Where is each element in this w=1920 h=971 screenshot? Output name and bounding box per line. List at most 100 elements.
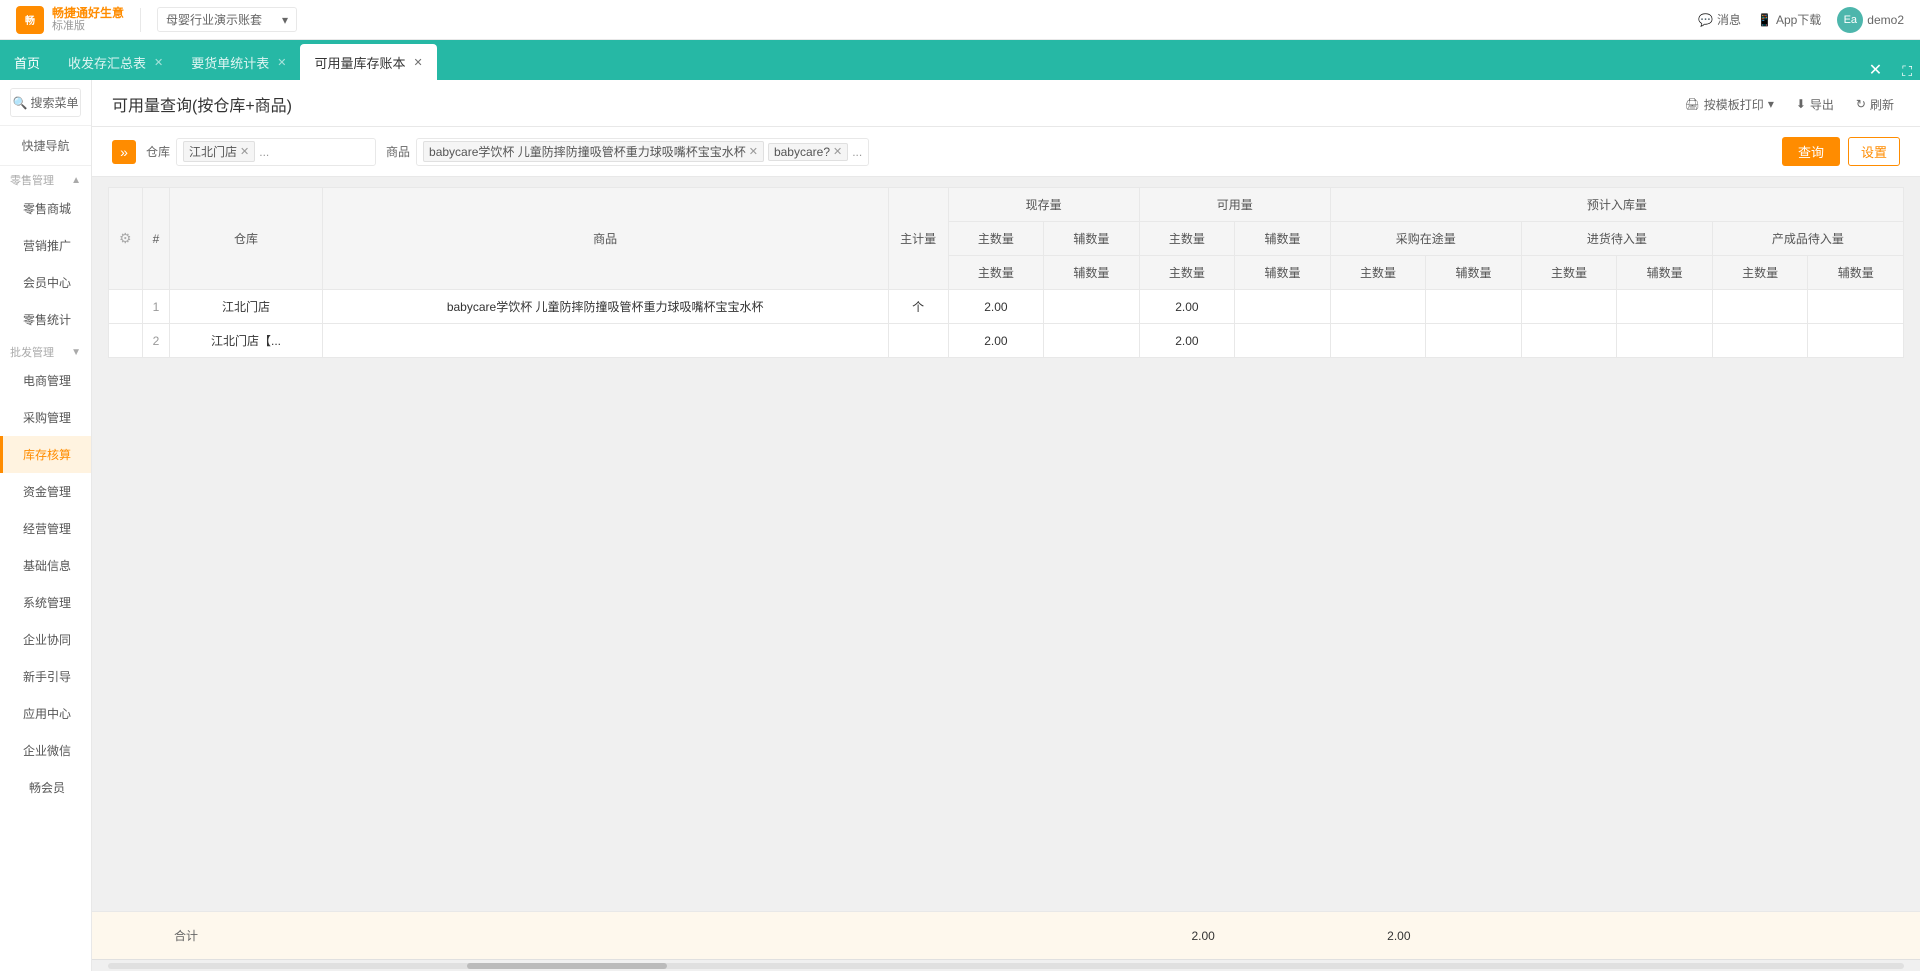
- column-settings-icon[interactable]: ⚙: [119, 230, 132, 246]
- product-tag-container[interactable]: babycare学饮杯 儿童防摔防撞吸管杯重力球吸嘴杯宝宝水杯 ✕ babyca…: [416, 138, 869, 166]
- top-bar-left: 畅 畅捷通好生意 标准版 母婴行业演示账套 ▾: [16, 6, 297, 34]
- search-menu-button[interactable]: 🔍 搜索菜单: [10, 88, 81, 117]
- th-avail-main: 主数量: [1139, 222, 1235, 256]
- data-table: ⚙ # 仓库 商品 主计量 现存量 可用量 预计入库量 主数量 辅: [108, 187, 1904, 358]
- sidebar-item-member-center[interactable]: 会员中心: [0, 264, 91, 301]
- tab-available-stock[interactable]: 可用量库存账本 ✕: [300, 44, 436, 80]
- th-settings[interactable]: ⚙: [109, 188, 143, 290]
- table-row: 2 江北门店【... 2.00 2.00: [109, 324, 1904, 358]
- maximize-button[interactable]: ⛶: [1894, 63, 1920, 80]
- sidebar-item-ecommerce-mgmt[interactable]: 电商管理: [0, 362, 91, 399]
- th-avail-aux: 辅数量: [1235, 222, 1331, 256]
- nav-tabs: 首页 收发存汇总表 ✕ 要货单统计表 ✕ 可用量库存账本 ✕ ✕ ⛶: [0, 40, 1920, 80]
- sidebar-item-basic-info[interactable]: 基础信息: [0, 547, 91, 584]
- th-pt-main: 主数量: [1330, 256, 1426, 290]
- message-button[interactable]: 💬 消息: [1698, 11, 1741, 28]
- sidebar-item-enterprise-wechat[interactable]: 企业微信: [0, 732, 91, 769]
- tab-receive-summary[interactable]: 收发存汇总表 ✕: [54, 44, 177, 80]
- chevron-down-icon: ▾: [282, 13, 288, 27]
- filter-actions: 查询 设置: [1782, 137, 1900, 166]
- sidebar-item-operation-mgmt[interactable]: 经营管理: [0, 510, 91, 547]
- warehouse-tag-container[interactable]: 江北门店 ✕ ...: [176, 138, 376, 166]
- warehouse-tag-close[interactable]: ✕: [240, 145, 249, 158]
- sidebar-item-enterprise-collab-label: 企业协同: [23, 631, 71, 648]
- query-button[interactable]: 查询: [1782, 137, 1840, 166]
- sidebar-item-ecommerce-label: 电商管理: [23, 372, 71, 389]
- table-scroll-container[interactable]: ⚙ # 仓库 商品 主计量 现存量 可用量 预计入库量 主数量 辅: [108, 187, 1904, 358]
- sidebar-item-basic-info-label: 基础信息: [23, 557, 71, 574]
- sidebar-item-marketing[interactable]: 营销推广: [0, 227, 91, 264]
- industry-selector[interactable]: 母婴行业演示账套 ▾: [157, 7, 297, 32]
- sidebar-item-purchase-label: 采购管理: [23, 409, 71, 426]
- product-tag-babycare2-close[interactable]: ✕: [833, 145, 842, 158]
- th-cs-main-qty: 主数量: [948, 256, 1044, 290]
- sidebar-retail-mgmt-arrow[interactable]: ▲: [71, 175, 81, 186]
- product-tag-babycare: babycare学饮杯 儿童防摔防撞吸管杯重力球吸嘴杯宝宝水杯 ✕: [423, 141, 764, 162]
- th-warehouse: 仓库: [170, 188, 323, 290]
- sidebar-item-enterprise-collab[interactable]: 企业协同: [0, 621, 91, 658]
- product-filter-label: 商品: [386, 143, 410, 160]
- filter-bar: » 仓库 江北门店 ✕ ... 商品 babycare学饮杯 儿童防摔防撞吸管杯…: [92, 127, 1920, 177]
- sidebar-item-inventory-check[interactable]: 库存核算: [0, 436, 91, 473]
- sidebar-item-new-guide[interactable]: 新手引导: [0, 658, 91, 695]
- warehouse-more-indicator[interactable]: ...: [259, 145, 269, 159]
- th-pt-aux: 辅数量: [1426, 256, 1522, 290]
- sidebar-item-system-mgmt[interactable]: 系统管理: [0, 584, 91, 621]
- sidebar-wholesale-arrow[interactable]: ▼: [71, 347, 81, 358]
- sidebar-item-inventory-label: 库存核算: [23, 446, 71, 463]
- sidebar-item-member-center-label: 会员中心: [23, 274, 71, 291]
- tab-order-stats[interactable]: 要货单统计表 ✕: [177, 44, 300, 80]
- sidebar-item-vip-member[interactable]: 畅会员: [0, 769, 91, 806]
- th-av-aux-qty: 辅数量: [1235, 256, 1331, 290]
- tab-home[interactable]: 首页: [0, 44, 54, 80]
- export-button[interactable]: ⬇ 导出: [1790, 93, 1840, 116]
- download-icon: 📱: [1757, 13, 1772, 27]
- sidebar-item-operation-label: 经营管理: [23, 520, 71, 537]
- tab-available-stock-close[interactable]: ✕: [414, 56, 423, 69]
- filter-expand-button[interactable]: »: [112, 140, 136, 164]
- refresh-button[interactable]: ↻ 刷新: [1850, 93, 1900, 116]
- sidebar-item-retail-stats[interactable]: 零售统计: [0, 301, 91, 338]
- th-products-pending: 产成品待入量: [1712, 222, 1903, 256]
- tab-order-stats-close[interactable]: ✕: [277, 56, 286, 69]
- th-cs-aux-qty: 辅数量: [1044, 256, 1140, 290]
- sidebar-item-app-center-label: 应用中心: [23, 705, 71, 722]
- product-more-indicator[interactable]: ...: [852, 145, 862, 159]
- sidebar: 🔍 搜索菜单 快捷导航 零售管理 ▲ 零售商城 营销推广 会员中心 零售统计 批…: [0, 80, 92, 971]
- refresh-icon: ↻: [1856, 97, 1866, 111]
- sidebar-item-retail-mall-label: 零售商城: [23, 200, 71, 217]
- user-profile[interactable]: Ea demo2: [1837, 7, 1904, 33]
- scrollbar-track[interactable]: [108, 963, 1904, 969]
- product-tag-babycare-close[interactable]: ✕: [749, 145, 758, 158]
- settings-button[interactable]: 设置: [1848, 137, 1900, 166]
- summary-table: 合计 2.00 2.00: [108, 920, 1904, 951]
- summary-avail-aux: [1466, 922, 1527, 949]
- app-download-button[interactable]: 📱 App下载: [1757, 11, 1821, 28]
- sidebar-item-finance-mgmt[interactable]: 资金管理: [0, 473, 91, 510]
- sidebar-item-retail-mall[interactable]: 零售商城: [0, 190, 91, 227]
- brand-name: 畅捷通好生意: [52, 6, 124, 20]
- summary-avail-main: 2.00: [1333, 922, 1464, 949]
- tab-receive-summary-close[interactable]: ✕: [154, 56, 163, 69]
- scrollbar-thumb[interactable]: [467, 963, 667, 969]
- brand-subtitle: 标准版: [52, 20, 124, 33]
- summary-current-aux: [1271, 922, 1332, 949]
- close-all-tabs-button[interactable]: ✕: [1857, 60, 1894, 80]
- print-icon: 🖨: [1685, 97, 1700, 111]
- th-pp-aux: 辅数量: [1808, 256, 1904, 290]
- warehouse-tag-jiangbei: 江北门店 ✕: [183, 141, 255, 162]
- sidebar-item-purchase-mgmt[interactable]: 采购管理: [0, 399, 91, 436]
- sidebar-item-app-center[interactable]: 应用中心: [0, 695, 91, 732]
- sidebar-item-system-label: 系统管理: [23, 594, 71, 611]
- sidebar-quick-nav[interactable]: 快捷导航: [0, 130, 91, 161]
- th-ip-aux: 辅数量: [1617, 256, 1713, 290]
- export-icon: ⬇: [1796, 97, 1806, 111]
- summary-pp-main: [1779, 922, 1840, 949]
- tab-available-stock-label: 可用量库存账本: [314, 53, 405, 72]
- th-purchase-transit: 采购在途量: [1330, 222, 1521, 256]
- horizontal-scrollbar[interactable]: [92, 959, 1920, 971]
- top-bar: 畅 畅捷通好生意 标准版 母婴行业演示账套 ▾ 💬 消息 📱 App下载 Ea …: [0, 0, 1920, 40]
- table-container: ⚙ # 仓库 商品 主计量 现存量 可用量 预计入库量 主数量 辅: [92, 177, 1920, 911]
- print-template-button[interactable]: 🖨 按模板打印 ▾: [1679, 93, 1780, 116]
- top-bar-right: 💬 消息 📱 App下载 Ea demo2: [1698, 7, 1904, 33]
